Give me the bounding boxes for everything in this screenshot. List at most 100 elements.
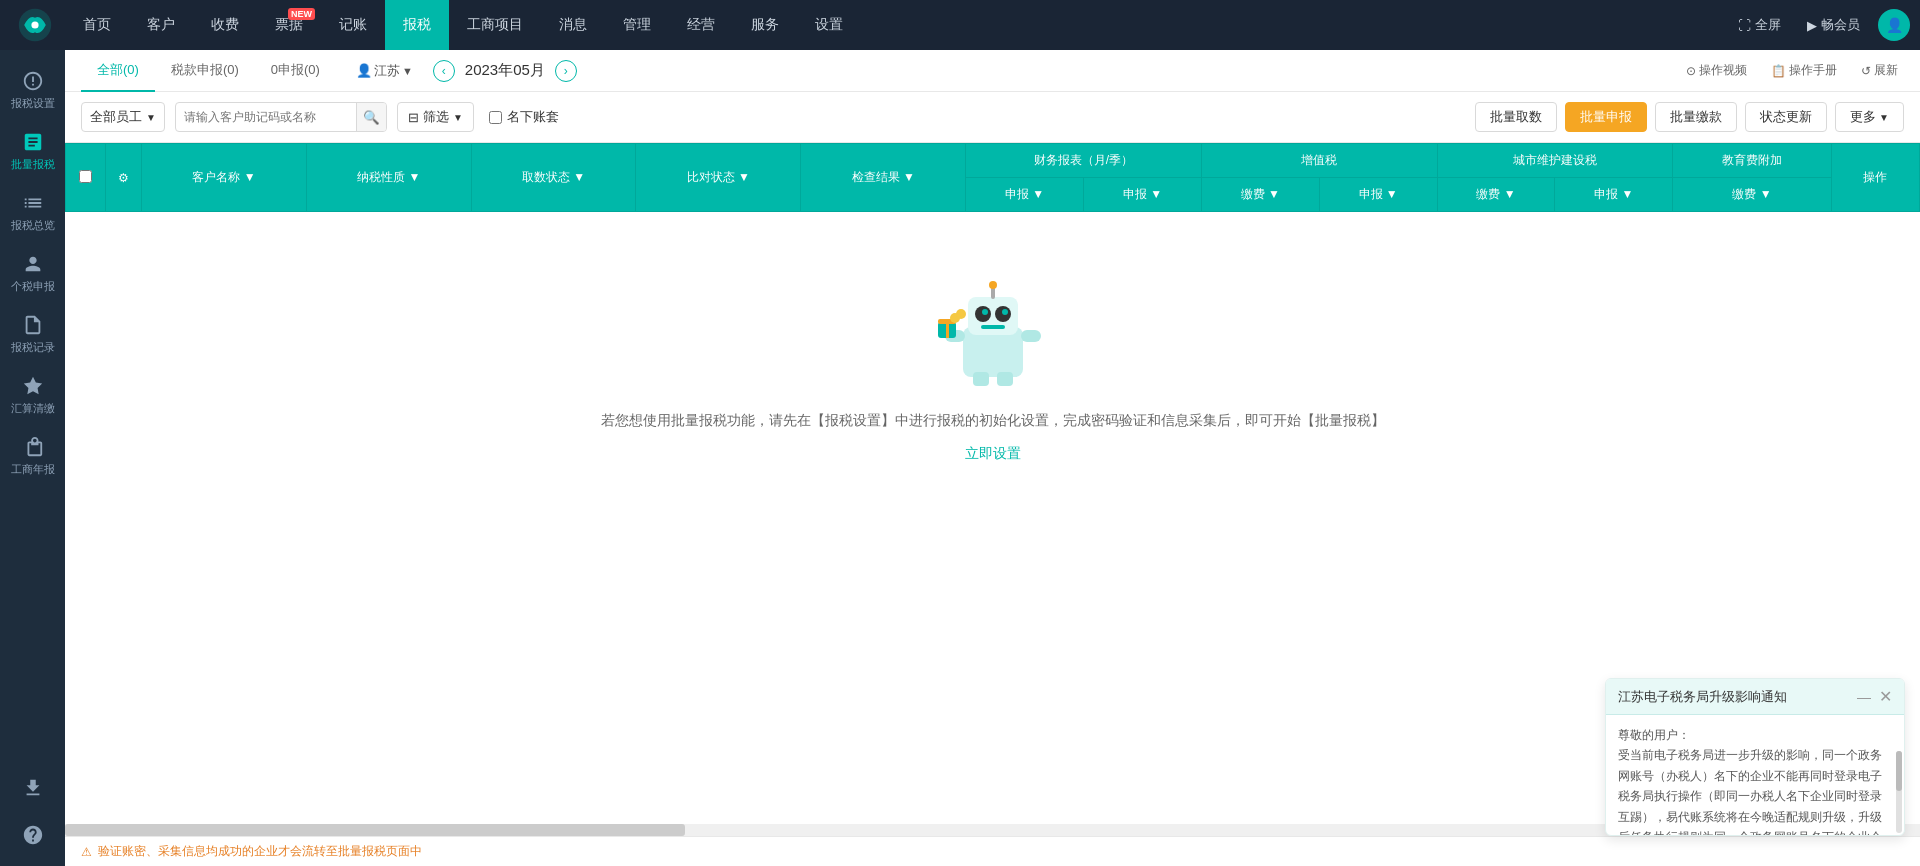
notification-minimize[interactable]: —: [1857, 689, 1871, 705]
sidebar-item-personal-tax[interactable]: 个税申报: [0, 243, 65, 304]
next-month-button[interactable]: ›: [555, 60, 577, 82]
tab-all[interactable]: 全部(0): [81, 50, 155, 92]
empty-message: 若您想使用批量报税功能，请先在【报税设置】中进行报税的初始化设置，完成密码验证和…: [601, 412, 1385, 430]
new-badge: NEW: [288, 8, 315, 20]
sidebar-item-annual-settlement[interactable]: 汇算清缴: [0, 365, 65, 426]
notification-body: 尊敬的用户：受当前电子税务局进一步升级的影响，同一个政务网账号（办税人）名下的企…: [1606, 715, 1904, 835]
tab-tax-report[interactable]: 税款申报(0): [155, 50, 255, 92]
th-city-tax-pay[interactable]: 缴费 ▼: [1437, 178, 1555, 212]
nav-accounting[interactable]: 记账: [321, 0, 385, 50]
more-button[interactable]: 更多 ▼: [1835, 102, 1904, 132]
toolbar-right: 批量取数 批量申报 批量缴款 状态更新 更多 ▼: [1475, 102, 1904, 132]
setup-link[interactable]: 立即设置: [965, 445, 1021, 463]
th-education-tax: 教育费附加: [1673, 144, 1832, 178]
video-tutorial-button[interactable]: ⊙ 操作视频: [1680, 59, 1753, 82]
th-gear[interactable]: ⚙: [106, 144, 142, 212]
region-label: 江苏: [374, 62, 400, 80]
svg-rect-12: [1021, 330, 1041, 342]
th-tax-nature[interactable]: 纳税性质 ▼: [306, 144, 471, 212]
th-financial-report: 财务报表（月/季）: [966, 144, 1202, 178]
chevron-down-icon: ▼: [1879, 112, 1889, 123]
top-nav: 首页 客户 收费 票据 NEW 记账 报税 工商项目 消息 管理 经营 服务 设…: [0, 0, 1920, 50]
notification-close[interactable]: ✕: [1879, 687, 1892, 706]
th-vat-pay[interactable]: 缴费 ▼: [1201, 178, 1319, 212]
toolbar: 全部员工 ▼ 🔍 ⊟ 筛选 ▼ 名下账套 批量取数 批量申报 批量: [65, 92, 1920, 143]
notification-scrollbar[interactable]: [1896, 751, 1902, 833]
svg-rect-17: [946, 319, 949, 338]
status-update-button[interactable]: 状态更新: [1745, 102, 1827, 132]
th-vat-submit[interactable]: 申报 ▼: [1084, 178, 1202, 212]
search-button[interactable]: 🔍: [356, 102, 386, 132]
th-city-tax-submit[interactable]: 申报 ▼: [1319, 178, 1437, 212]
month-navigation: ‹ 2023年05月 ›: [433, 60, 577, 82]
th-financial-report-submit[interactable]: 申报 ▼: [966, 178, 1084, 212]
notification-panel: 江苏电子税务局升级影响通知 — ✕ 尊敬的用户：受当前电子税务局进一步升级的影响…: [1605, 678, 1905, 836]
filter-icon: ⊟: [408, 110, 419, 125]
svg-point-1: [31, 21, 38, 28]
th-vat: 增值税: [1201, 144, 1437, 178]
nav-service[interactable]: 服务: [733, 0, 797, 50]
sidebar-item-business-report[interactable]: 工商年报: [0, 426, 65, 487]
sidebar-download[interactable]: [0, 767, 65, 809]
search-box: 🔍: [175, 102, 387, 132]
prev-month-button[interactable]: ‹: [433, 60, 455, 82]
filter-button[interactable]: ⊟ 筛选 ▼: [397, 102, 474, 132]
video-icon: ⊙: [1686, 64, 1696, 78]
sidebar: 报税设置 批量报税 报税总览 个税申报 报税记录 汇算清缴 工商年报: [0, 50, 65, 866]
vip-button[interactable]: ▶ 畅会员: [1799, 12, 1868, 38]
nav-home[interactable]: 首页: [65, 0, 129, 50]
sidebar-item-tax-records[interactable]: 报税记录: [0, 304, 65, 365]
robot-illustration: [933, 272, 1053, 392]
nav-operation[interactable]: 经营: [669, 0, 733, 50]
batch-pay-button[interactable]: 批量缴款: [1655, 102, 1737, 132]
account-checkbox-label[interactable]: 名下账套: [489, 108, 559, 126]
nav-message[interactable]: 消息: [541, 0, 605, 50]
nav-settings[interactable]: 设置: [797, 0, 861, 50]
bottom-bar: ⚠ 验证账密、采集信息均成功的企业才会流转至批量报税页面中: [65, 836, 1920, 866]
fullscreen-button[interactable]: ⛶ 全屏: [1730, 12, 1789, 38]
sidebar-item-tax-overview[interactable]: 报税总览: [0, 182, 65, 243]
notification-scroll-thumb[interactable]: [1896, 751, 1902, 791]
th-check-result[interactable]: 检查结果 ▼: [801, 144, 966, 212]
nav-customer[interactable]: 客户: [129, 0, 193, 50]
account-checkbox[interactable]: [489, 111, 502, 124]
batch-report-button[interactable]: 批量申报: [1565, 102, 1647, 132]
nav-invoice[interactable]: 票据 NEW: [257, 0, 321, 50]
th-compare-status[interactable]: 比对状态 ▼: [636, 144, 801, 212]
sidebar-help[interactable]: [0, 814, 65, 856]
nav-tax[interactable]: 报税: [385, 0, 449, 50]
scroll-thumb-horizontal[interactable]: [65, 824, 685, 836]
svg-point-10: [989, 281, 997, 289]
nav-billing[interactable]: 收费: [193, 0, 257, 50]
employee-select[interactable]: 全部员工 ▼: [81, 102, 165, 132]
nav-manage[interactable]: 管理: [605, 0, 669, 50]
nav-business[interactable]: 工商项目: [449, 0, 541, 50]
sidebar-bottom: [0, 767, 65, 866]
app-logo[interactable]: [10, 0, 60, 50]
fullscreen-icon: ⛶: [1738, 18, 1751, 33]
tab-right-actions: ⊙ 操作视频 📋 操作手册 ↺ 展新: [1680, 59, 1904, 82]
th-edu-tax-pay[interactable]: 缴费 ▼: [1673, 178, 1832, 212]
th-city-tax: 城市维护建设税: [1437, 144, 1673, 178]
region-selector[interactable]: 👤 江苏 ▼: [356, 62, 413, 80]
search-input[interactable]: [176, 110, 356, 124]
th-customer-name[interactable]: 客户名称 ▼: [142, 144, 307, 212]
notification-header: 江苏电子税务局升级影响通知 — ✕: [1606, 679, 1904, 715]
manual-button[interactable]: 📋 操作手册: [1765, 59, 1843, 82]
svg-rect-13: [973, 372, 989, 386]
avatar[interactable]: 👤: [1878, 9, 1910, 41]
sidebar-item-tax-settings[interactable]: 报税设置: [0, 60, 65, 121]
th-action: 操作: [1831, 144, 1919, 212]
nav-right: ⛶ 全屏 ▶ 畅会员 👤: [1730, 9, 1910, 41]
refresh-button[interactable]: ↺ 展新: [1855, 59, 1904, 82]
th-fetch-status[interactable]: 取数状态 ▼: [471, 144, 636, 212]
data-table: ⚙ 客户名称 ▼ 纳税性质 ▼ 取数状态 ▼ 比对状态 ▼ 检查结果 ▼ 财务报…: [65, 143, 1920, 212]
tab-zero-report[interactable]: 0申报(0): [255, 50, 336, 92]
th-checkbox[interactable]: [66, 144, 106, 212]
sidebar-item-batch-tax[interactable]: 批量报税: [0, 121, 65, 182]
th-edu-tax-submit[interactable]: 申报 ▼: [1555, 178, 1673, 212]
batch-get-button[interactable]: 批量取数: [1475, 102, 1557, 132]
vip-icon: ▶: [1807, 18, 1817, 33]
select-all-checkbox[interactable]: [79, 170, 92, 183]
svg-rect-14: [997, 372, 1013, 386]
